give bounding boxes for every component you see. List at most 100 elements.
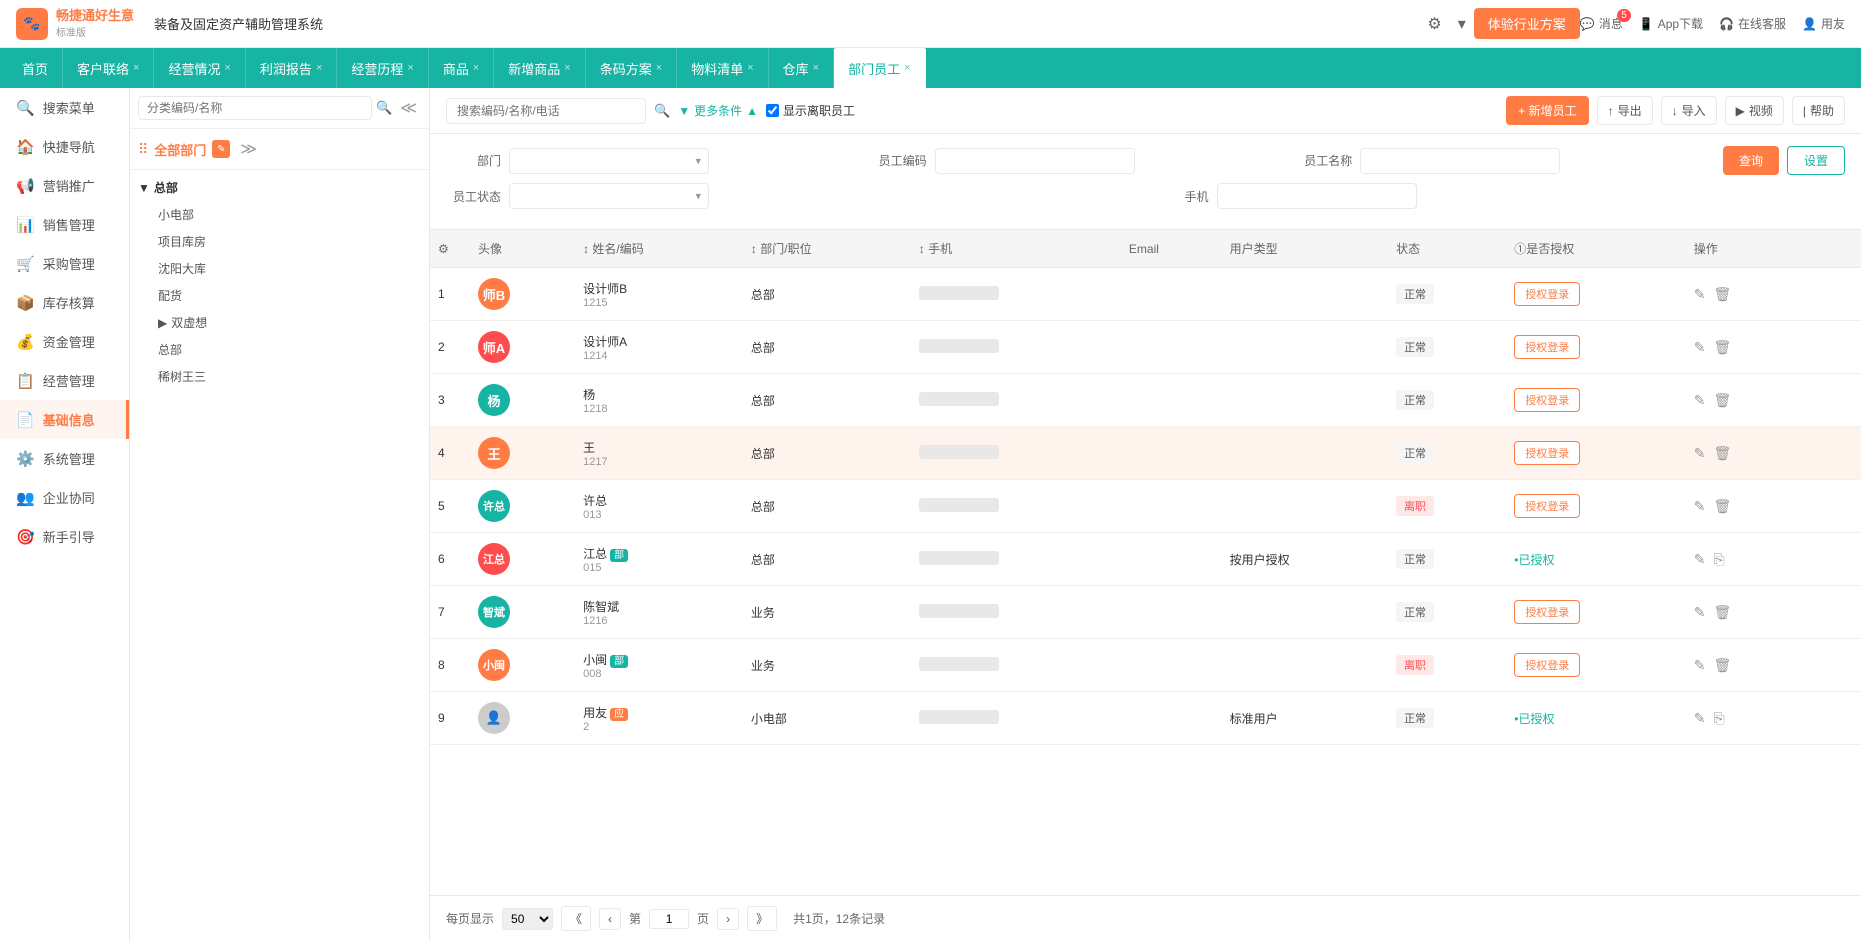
close-icon[interactable]: × xyxy=(904,62,910,74)
message-icon-item[interactable]: 💬 消息 5 xyxy=(1580,15,1623,32)
show-resigned-checkbox[interactable] xyxy=(766,104,779,117)
auth-login-button[interactable]: 授权登录 xyxy=(1514,600,1580,624)
sidebar-item-system[interactable]: ⚙️ 系统管理 xyxy=(0,439,129,478)
emp-name-input[interactable] xyxy=(1360,148,1560,174)
copy-icon[interactable]: ⎘ xyxy=(1714,710,1725,727)
emp-status-select[interactable] xyxy=(509,183,709,209)
prev-page-button[interactable]: ‹ xyxy=(599,908,621,930)
edit-icon[interactable]: ✎ xyxy=(1694,445,1706,462)
auth-login-button[interactable]: 授权登录 xyxy=(1514,335,1580,359)
dept-item-zongbu[interactable]: 总部 xyxy=(130,336,429,363)
delete-icon[interactable]: 🗑 xyxy=(1714,339,1732,356)
delete-icon[interactable]: 🗑 xyxy=(1714,657,1732,674)
down-arrow-icon[interactable]: ▾ xyxy=(1458,14,1466,34)
dept-item-xiaodian[interactable]: 小电部 xyxy=(130,201,429,228)
edit-icon[interactable]: ✎ xyxy=(1694,339,1706,356)
tab-profit[interactable]: 利润报告× xyxy=(246,48,337,88)
col-name-code[interactable]: ↕ 姓名/编码 xyxy=(575,230,743,268)
dept-item-shuangxu[interactable]: ▶ 双虚想 xyxy=(130,309,429,336)
per-page-select[interactable]: 50 100 200 xyxy=(502,908,553,930)
sidebar-item-quicknav[interactable]: 🏠 快捷导航 xyxy=(0,127,129,166)
edit-icon[interactable]: ✎ xyxy=(1694,604,1706,621)
edit-icon[interactable]: ✎ xyxy=(1694,710,1706,727)
close-icon[interactable]: × xyxy=(224,62,230,74)
emp-code-input[interactable] xyxy=(935,148,1135,174)
auth-login-button[interactable]: 授权登录 xyxy=(1514,494,1580,518)
col-phone[interactable]: ↕ 手机 xyxy=(911,230,1121,268)
close-icon[interactable]: × xyxy=(747,62,753,74)
auth-login-button[interactable]: 授权登录 xyxy=(1514,441,1580,465)
export-button[interactable]: ↑ 导出 xyxy=(1597,96,1653,125)
phone-input[interactable] xyxy=(1217,183,1417,209)
sidebar-item-purchase[interactable]: 🛒 采购管理 xyxy=(0,244,129,283)
sidebar-item-collab[interactable]: 👥 企业协同 xyxy=(0,478,129,517)
more-filter-button[interactable]: ▼ 更多条件 ▲ xyxy=(678,102,758,119)
sidebar-item-basic[interactable]: 📄 基础信息 xyxy=(0,400,129,439)
auth-login-button[interactable]: 授权登录 xyxy=(1514,388,1580,412)
query-button[interactable]: 查询 xyxy=(1723,146,1779,175)
add-employee-button[interactable]: + 新增员工 xyxy=(1506,96,1588,125)
dept-search-input[interactable] xyxy=(138,96,372,120)
trial-button[interactable]: 体验行业方案 xyxy=(1474,8,1580,39)
close-icon[interactable]: × xyxy=(407,62,413,74)
close-icon[interactable]: × xyxy=(656,62,662,74)
delete-icon[interactable]: 🗑 xyxy=(1714,498,1732,515)
dept-item-shenyang[interactable]: 沈阳大库 xyxy=(130,255,429,282)
delete-icon[interactable]: 🗑 xyxy=(1714,445,1732,462)
tab-add-product[interactable]: 新增商品× xyxy=(494,48,585,88)
tab-warehouse[interactable]: 仓库× xyxy=(769,48,834,88)
delete-icon[interactable]: 🗑 xyxy=(1714,286,1732,303)
delete-icon[interactable]: 🗑 xyxy=(1714,392,1732,409)
tab-products[interactable]: 商品× xyxy=(429,48,494,88)
close-icon[interactable]: × xyxy=(133,62,139,74)
first-page-button[interactable]: 《 xyxy=(561,906,591,931)
close-icon[interactable]: × xyxy=(564,62,570,74)
edit-icon[interactable]: ✎ xyxy=(1694,657,1706,674)
tab-home[interactable]: 首页 xyxy=(8,48,63,88)
last-page-button[interactable]: 》 xyxy=(747,906,777,931)
tab-operations[interactable]: 经营情况× xyxy=(154,48,245,88)
view-button[interactable]: ▶ 视频 xyxy=(1725,96,1784,125)
search-submit-icon[interactable]: 🔍 xyxy=(654,103,670,119)
emp-search-input[interactable] xyxy=(446,98,646,124)
delete-icon[interactable]: 🗑 xyxy=(1714,604,1732,621)
edit-icon[interactable]: ✎ xyxy=(1694,498,1706,515)
sidebar-item-sales[interactable]: 📊 销售管理 xyxy=(0,205,129,244)
edit-icon[interactable]: ✎ xyxy=(1694,286,1706,303)
collapse-left-panel-button[interactable]: ≫ xyxy=(236,137,261,161)
page-input[interactable] xyxy=(649,909,689,929)
tab-barcode[interactable]: 条码方案× xyxy=(586,48,677,88)
sidebar-item-guide[interactable]: 🎯 新手引导 xyxy=(0,517,129,556)
next-page-button[interactable]: › xyxy=(717,908,739,930)
sidebar-item-finance[interactable]: 💰 资金管理 xyxy=(0,322,129,361)
col-dept[interactable]: ↕ 部门/职位 xyxy=(743,230,911,268)
edit-icon[interactable]: ✎ xyxy=(1694,392,1706,409)
copy-icon[interactable]: ⎘ xyxy=(1714,551,1725,568)
help-button[interactable]: | 帮助 xyxy=(1792,96,1845,125)
collapse-button[interactable]: ≪ xyxy=(396,96,421,120)
import-button[interactable]: ↓ 导入 xyxy=(1661,96,1717,125)
dept-item-xiangmu[interactable]: 项目库房 xyxy=(130,228,429,255)
show-resigned-label[interactable]: 显示离职员工 xyxy=(766,102,855,119)
tab-history[interactable]: 经营历程× xyxy=(337,48,428,88)
dept-item-zongbu-parent[interactable]: ▼ 总部 xyxy=(130,174,429,201)
col-settings[interactable]: ⚙ xyxy=(430,230,470,268)
online-service-item[interactable]: 🎧 在线客服 xyxy=(1719,15,1786,32)
sidebar-item-marketing[interactable]: 📢 营销推广 xyxy=(0,166,129,205)
tab-customer[interactable]: 客户联络× xyxy=(63,48,154,88)
set-button[interactable]: 设置 xyxy=(1787,146,1845,175)
close-icon[interactable]: × xyxy=(813,62,819,74)
user-avatar-item[interactable]: 👤 用友 xyxy=(1802,15,1845,32)
close-icon[interactable]: × xyxy=(473,62,479,74)
tab-bom[interactable]: 物料清单× xyxy=(677,48,768,88)
edit-dept-icon[interactable]: ✎ xyxy=(212,140,230,158)
edit-icon[interactable]: ✎ xyxy=(1694,551,1706,568)
gear-icon[interactable]: ⚙ xyxy=(1427,14,1441,34)
sidebar-item-inventory[interactable]: 📦 库存核算 xyxy=(0,283,129,322)
dept-select[interactable] xyxy=(509,148,709,174)
app-download-item[interactable]: 📱 App下载 xyxy=(1639,15,1703,32)
dept-item-peihuo[interactable]: 配货 xyxy=(130,282,429,309)
sidebar-item-ops[interactable]: 📋 经营管理 xyxy=(0,361,129,400)
dept-item-xishu[interactable]: 稀树王三 xyxy=(130,363,429,390)
auth-login-button[interactable]: 授权登录 xyxy=(1514,282,1580,306)
